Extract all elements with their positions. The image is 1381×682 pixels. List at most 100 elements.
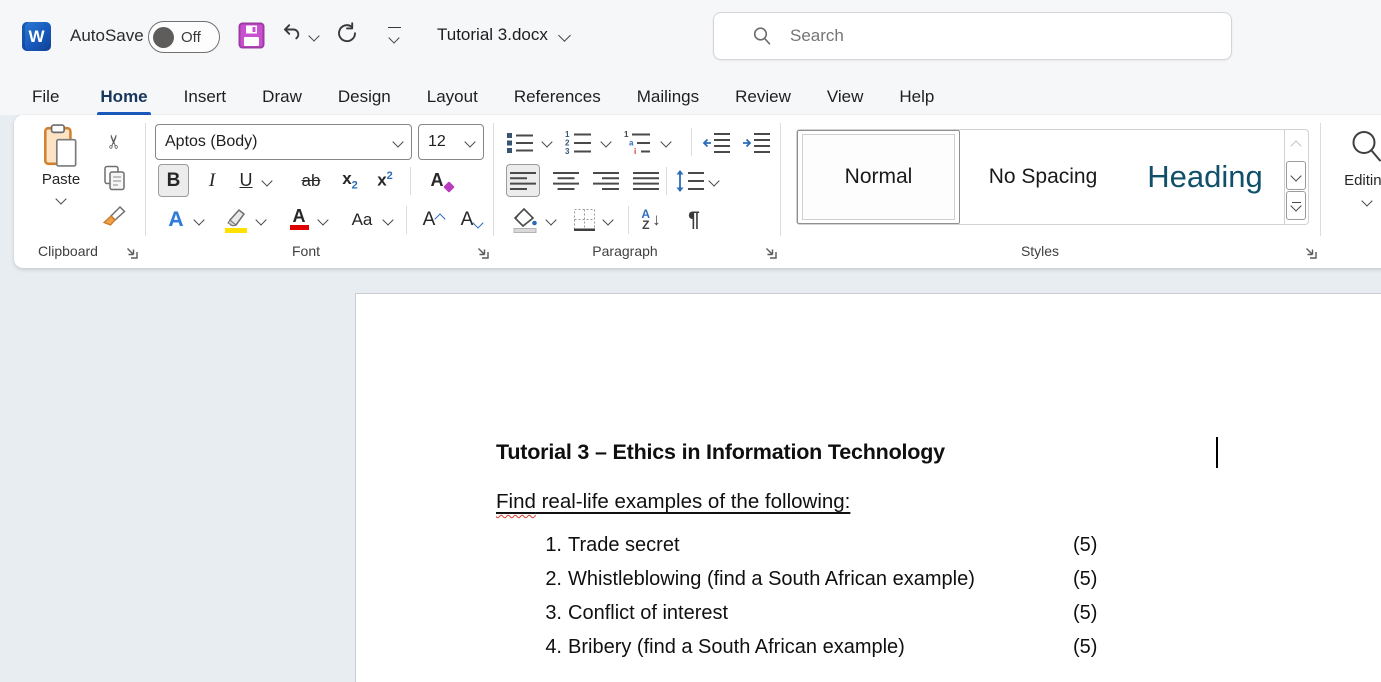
grow-font-button[interactable]: A [413,203,447,236]
format-painter-button[interactable] [100,202,130,230]
list-points: (5) [1073,568,1098,590]
font-color-button[interactable]: A [283,203,315,236]
shading-button[interactable] [509,203,541,236]
borders-button[interactable] [568,203,600,236]
tab-design[interactable]: Design [336,87,393,107]
styles-scroll-down-button[interactable] [1286,161,1306,190]
tab-view[interactable]: View [825,87,866,107]
tab-references[interactable]: References [512,87,603,107]
group-separator [145,123,146,236]
grow-caret-icon [434,212,447,225]
styles-scroll-up-button[interactable] [1286,131,1306,160]
tab-review[interactable]: Review [733,87,793,107]
tab-layout[interactable]: Layout [425,87,480,107]
clipboard-dialog-launcher[interactable] [124,245,138,259]
text-effects-chevron-icon[interactable] [193,214,205,226]
multilevel-chevron-icon[interactable] [660,136,672,148]
increase-indent-icon [743,132,770,153]
undo-button[interactable] [280,22,302,45]
borders-chevron-icon[interactable] [602,214,614,226]
shrink-font-button[interactable]: A [451,203,485,236]
text-highlight-button[interactable] [219,203,253,236]
mini-separator [410,167,411,195]
decrease-indent-button[interactable] [700,125,734,158]
shading-chevron-icon[interactable] [545,214,557,226]
font-dialog-launcher[interactable] [475,245,489,259]
mini-separator [666,167,667,195]
align-right-icon [593,171,619,190]
sort-button[interactable]: A Z ↓ [634,203,668,236]
list-text: Bribery (find a South African example) [568,636,905,658]
line-spacing-button[interactable] [674,164,706,197]
tab-home[interactable]: Home [97,86,151,116]
clear-formatting-letter: A [430,170,444,190]
multilevel-list-button[interactable]: 1 a i [621,125,653,158]
underline-button[interactable]: U [231,164,261,197]
tab-help[interactable]: Help [897,87,936,107]
autosave-toggle[interactable]: Off [148,21,220,53]
numbering-button[interactable]: 1 2 3 [562,125,594,158]
document-title-chevron-icon[interactable] [558,29,571,42]
style-heading-label: Heading [1147,159,1263,194]
customize-quick-access-toolbar-button[interactable] [386,27,402,45]
redo-button[interactable] [336,22,360,49]
styles-dialog-launcher[interactable] [1303,245,1317,259]
editing-chevron-icon [1361,195,1373,207]
bullets-button[interactable] [504,125,536,158]
search-input[interactable]: Search [713,12,1232,60]
subscript-2: 2 [351,179,358,192]
bullets-chevron-icon[interactable] [541,136,553,148]
increase-indent-button[interactable] [740,125,774,158]
underline-chevron-icon[interactable] [261,175,273,187]
strikethrough-button[interactable]: ab [293,164,329,197]
document-title[interactable]: Tutorial 3.docx [437,25,548,45]
paste-button[interactable]: Paste [26,123,96,235]
text-effects-button[interactable]: A [161,203,191,236]
clear-formatting-button[interactable]: A [418,164,456,197]
font-color-chevron-icon[interactable] [317,214,329,226]
italic-button[interactable]: I [199,164,225,197]
superscript-button[interactable]: x2 [370,164,400,197]
format-painter-brush-icon [102,205,126,226]
style-no-spacing[interactable]: No Spacing [960,130,1126,224]
copy-button[interactable] [100,164,130,192]
subscript-button[interactable]: x2 [335,164,365,197]
list-points: (5) [1073,636,1098,658]
change-case-chevron-icon[interactable] [382,214,394,226]
redo-icon [338,22,356,43]
tab-file[interactable]: File [30,87,61,107]
style-normal[interactable]: Normal [797,130,960,224]
align-left-button[interactable] [506,164,540,197]
justify-button[interactable] [630,164,662,197]
chevron-down-icon [388,32,400,44]
group-separator [1320,123,1321,236]
word-logo-icon[interactable]: W [22,22,51,51]
highlight-chevron-icon[interactable] [255,214,267,226]
undo-dropdown-chevron-icon[interactable] [308,30,320,42]
align-center-button[interactable] [550,164,582,197]
font-size-select[interactable]: 12 [418,124,484,160]
numbering-chevron-icon[interactable] [600,136,612,148]
tab-home-label: Home [100,86,148,106]
styles-more-button[interactable] [1286,191,1306,220]
font-name-select[interactable]: Aptos (Body) [155,124,412,160]
change-case-button[interactable]: Aa [344,203,380,236]
tab-mailings[interactable]: Mailings [635,87,701,107]
tab-insert[interactable]: Insert [182,87,229,107]
show-hide-formatting-button[interactable]: ¶ [680,203,708,236]
text-cursor [1216,437,1218,468]
editing-button[interactable]: Editing [1332,127,1381,227]
save-button[interactable] [238,22,265,49]
style-heading[interactable]: Heading [1126,130,1284,224]
bold-button[interactable]: B [158,164,189,197]
group-separator [493,123,494,236]
italic-letter: I [208,169,216,191]
align-center-icon [553,171,579,190]
document-page[interactable]: Tutorial 3 – Ethics in Information Techn… [355,293,1381,682]
paragraph-dialog-launcher[interactable] [763,245,777,259]
cut-button[interactable]: ✂ [100,127,130,155]
line-spacing-chevron-icon[interactable] [708,175,720,187]
tab-draw[interactable]: Draw [260,87,304,107]
align-right-button[interactable] [590,164,622,197]
dialog-launcher-icon [126,247,138,259]
